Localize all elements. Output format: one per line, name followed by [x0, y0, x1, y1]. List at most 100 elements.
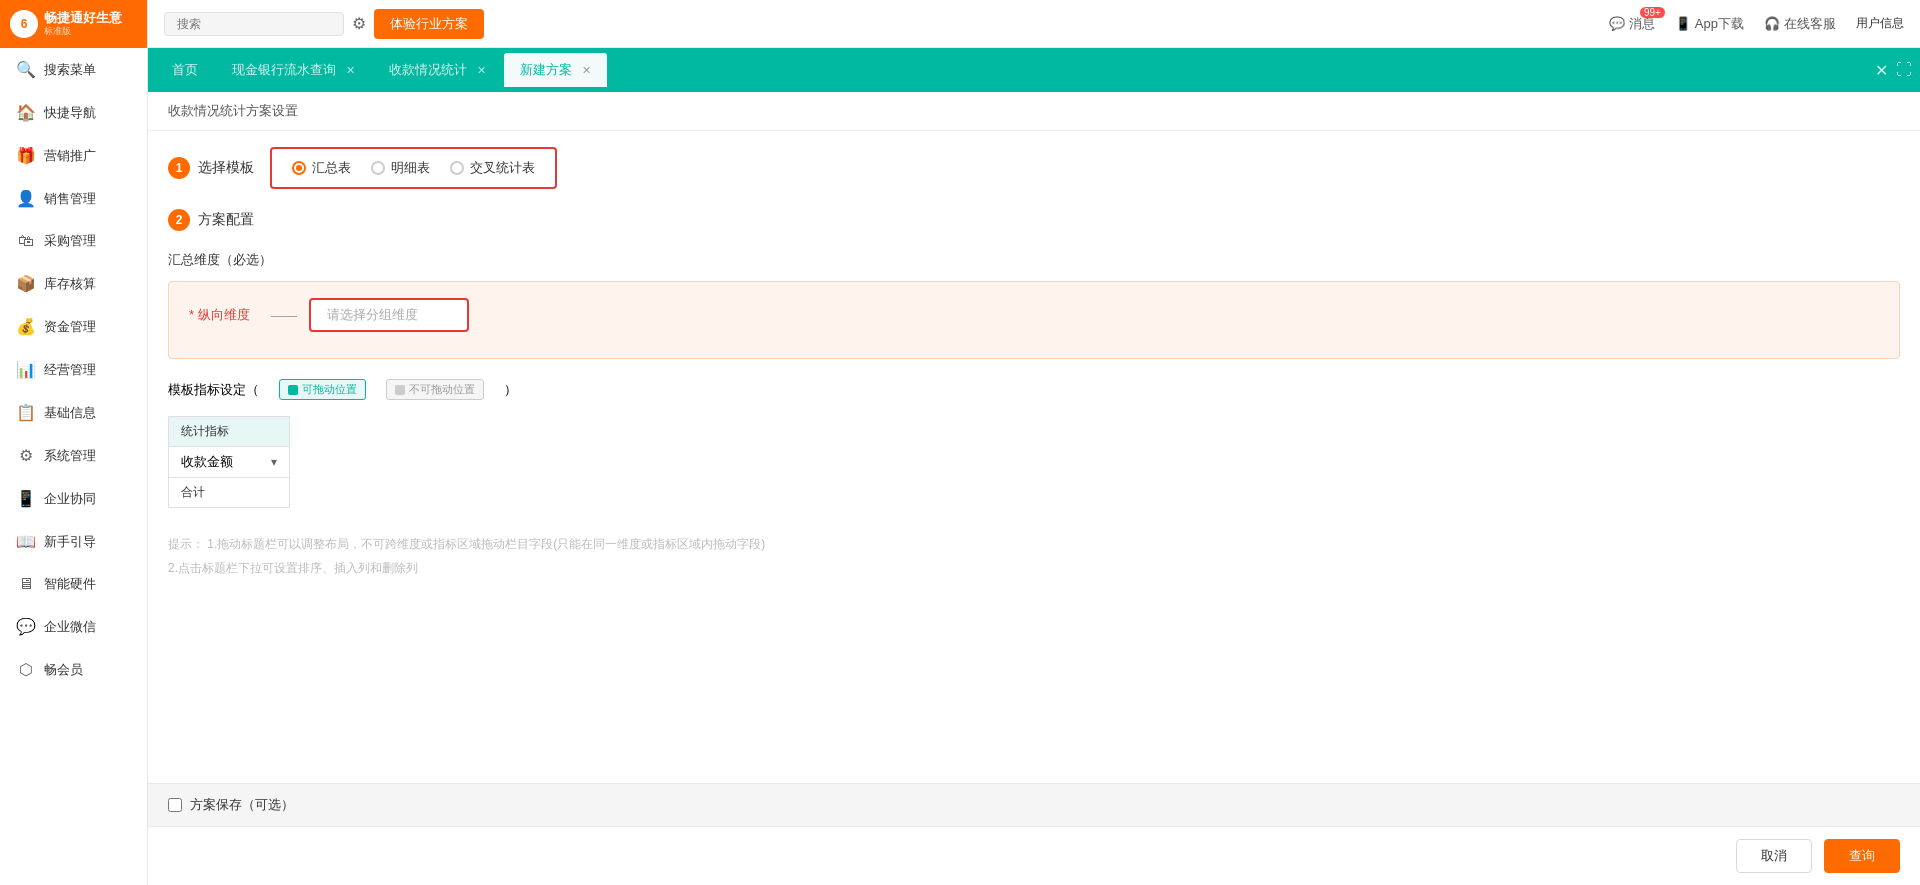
sidebar-item-label: 系统管理	[44, 447, 96, 465]
sidebar-item-label: 搜索菜单	[44, 61, 96, 79]
content-area: 收款情况统计方案设置 1 选择模板 汇总表 明细表	[148, 92, 1920, 885]
notification-button[interactable]: 💬 消息 99+	[1609, 15, 1655, 33]
dimension-arrow: ——	[271, 308, 297, 323]
sidebar-item-beginner[interactable]: 📖 新手引导	[0, 520, 147, 563]
radio-detail-label: 明细表	[391, 159, 430, 177]
sidebar-item-operations[interactable]: 📊 经营管理	[0, 348, 147, 391]
tab-bank-query-close[interactable]: ✕	[346, 64, 355, 77]
tab-bank-query[interactable]: 现金银行流水查询 ✕	[216, 53, 371, 87]
save-checkbox[interactable]	[168, 798, 182, 812]
gift-icon: 🎁	[16, 146, 36, 165]
dimension-row: * 纵向维度 —— 请选择分组维度	[189, 298, 1879, 332]
tab-home-label: 首页	[172, 61, 198, 79]
trial-button[interactable]: 体验行业方案	[374, 9, 484, 39]
box-icon: 📦	[16, 274, 36, 293]
settings-icon[interactable]: ⚙	[352, 14, 366, 33]
book-icon: 📖	[16, 532, 36, 551]
radio-cross[interactable]: 交叉统计表	[450, 159, 535, 177]
tab-receipt-stats[interactable]: 收款情况统计 ✕	[373, 53, 502, 87]
sidebar-item-enterprise-wechat[interactable]: 💬 企业微信	[0, 605, 147, 648]
clipboard-icon: 📋	[16, 403, 36, 422]
sidebar-item-smart-hardware[interactable]: 🖥 智能硬件	[0, 563, 147, 605]
sidebar-item-marketing[interactable]: 🎁 营销推广	[0, 134, 147, 177]
sidebar-item-enterprise-collab[interactable]: 📱 企业协同	[0, 477, 147, 520]
sidebar-item-finance[interactable]: 💰 资金管理	[0, 305, 147, 348]
user-info: 用户信息	[1856, 15, 1904, 32]
tab-home[interactable]: 首页	[156, 53, 214, 87]
download-button[interactable]: 📱 App下载	[1675, 15, 1744, 33]
logo-icon: 6	[10, 10, 38, 38]
maximize-icon[interactable]: ⛶	[1896, 61, 1912, 79]
step1-number: 1	[168, 157, 190, 179]
support-label: 在线客服	[1784, 15, 1836, 33]
tab-new-plan-label: 新建方案	[520, 61, 572, 79]
tab-new-plan[interactable]: 新建方案 ✕	[504, 53, 607, 87]
page-title-bar: 收款情况统计方案设置	[148, 92, 1920, 131]
monitor-icon: 🖥	[16, 575, 36, 593]
bag-icon: 🛍	[16, 232, 36, 250]
sidebar-item-label: 智能硬件	[44, 575, 96, 593]
tab-new-plan-close[interactable]: ✕	[582, 64, 591, 77]
page-title: 收款情况统计方案设置	[168, 103, 298, 118]
stat-table-row1[interactable]: 收款金额 ▾	[169, 447, 289, 477]
sidebar-item-label: 企业协同	[44, 490, 96, 508]
stat-table: 统计指标 收款金额 ▾ 合计	[168, 416, 290, 508]
sidebar-item-label: 采购管理	[44, 232, 96, 250]
row2-label: 合计	[181, 485, 205, 499]
radio-summary[interactable]: 汇总表	[292, 159, 351, 177]
step1-label: 选择模板	[198, 159, 254, 177]
sidebar-logo: 6 畅捷通好生意 标准版	[0, 0, 147, 48]
sidebar-item-basic-info[interactable]: 📋 基础信息	[0, 391, 147, 434]
sidebar-item-label: 销售管理	[44, 190, 96, 208]
radio-detail[interactable]: 明细表	[371, 159, 430, 177]
movable-color	[288, 385, 298, 395]
sidebar-item-label: 企业微信	[44, 618, 96, 636]
close-window-icon[interactable]: ✕	[1875, 61, 1888, 80]
unmovable-label: 不可拖动位置	[409, 382, 475, 397]
template-radio-group: 汇总表 明细表 交叉统计表	[292, 159, 535, 177]
chevron-down-icon[interactable]: ▾	[271, 455, 277, 469]
sidebar-item-label: 经营管理	[44, 361, 96, 379]
chat-icon: 💬	[16, 617, 36, 636]
vertical-dimension-label: * 纵向维度	[189, 306, 259, 324]
template-selection-box: 汇总表 明细表 交叉统计表	[270, 147, 557, 189]
sidebar-item-quick-nav[interactable]: 🏠 快捷导航	[0, 91, 147, 134]
phone-icon: 📱	[16, 489, 36, 508]
search-input[interactable]	[164, 12, 344, 36]
step2-number: 2	[168, 209, 190, 231]
save-section: 方案保存（可选）	[148, 783, 1920, 826]
tab-bank-query-label: 现金银行流水查询	[232, 61, 336, 79]
unmovable-color	[395, 385, 405, 395]
sidebar-item-label: 快捷导航	[44, 104, 96, 122]
form-section: 1 选择模板 汇总表 明细表 交叉统计表	[148, 131, 1920, 783]
stat-table-header: 统计指标	[169, 417, 289, 447]
radio-detail-circle	[371, 161, 385, 175]
radio-summary-label: 汇总表	[312, 159, 351, 177]
tab-receipt-stats-label: 收款情况统计	[389, 61, 467, 79]
user-icon: 👤	[16, 189, 36, 208]
row1-label: 收款金额	[181, 453, 233, 471]
sidebar-item-search[interactable]: 🔍 搜索菜单	[0, 48, 147, 91]
sidebar-item-system[interactable]: ⚙ 系统管理	[0, 434, 147, 477]
tip-line1: 提示： 1.拖动标题栏可以调整布局，不可跨维度或指标区域拖动栏目字段(只能在同一…	[168, 532, 1900, 556]
search-icon: 🔍	[16, 60, 36, 79]
tab-receipt-stats-close[interactable]: ✕	[477, 64, 486, 77]
sidebar: 6 畅捷通好生意 标准版 🔍 搜索菜单 🏠 快捷导航 🎁 营销推广 👤 销售管理…	[0, 0, 148, 885]
query-button[interactable]: 查询	[1824, 839, 1900, 873]
cancel-button[interactable]: 取消	[1736, 839, 1812, 873]
sidebar-item-member[interactable]: ⬡ 畅会员	[0, 648, 147, 691]
dimension-select[interactable]: 请选择分组维度	[309, 298, 469, 332]
sidebar-nav: 🔍 搜索菜单 🏠 快捷导航 🎁 营销推广 👤 销售管理 🛍 采购管理 📦 库存核…	[0, 48, 147, 885]
support-button[interactable]: 🎧 在线客服	[1764, 15, 1836, 33]
sidebar-item-label: 新手引导	[44, 533, 96, 551]
sidebar-item-purchase[interactable]: 🛍 采购管理	[0, 220, 147, 262]
sidebar-item-inventory[interactable]: 📦 库存核算	[0, 262, 147, 305]
indicator-settings: 模板指标设定（ 可拖动位置 不可拖动位置 ） 统计指标	[168, 379, 1900, 508]
sidebar-item-sales[interactable]: 👤 销售管理	[0, 177, 147, 220]
notification-badge: 99+	[1640, 7, 1665, 18]
dimension-placeholder: 请选择分组维度	[327, 307, 418, 322]
main-area: ⚙ 体验行业方案 💬 消息 99+ 📱 App下载 🎧 在线客服 用户信息 首页	[148, 0, 1920, 885]
indicator-label-row: 模板指标设定（ 可拖动位置 不可拖动位置 ）	[168, 379, 1900, 400]
gear-icon: ⚙	[16, 446, 36, 465]
sidebar-item-label: 库存核算	[44, 275, 96, 293]
